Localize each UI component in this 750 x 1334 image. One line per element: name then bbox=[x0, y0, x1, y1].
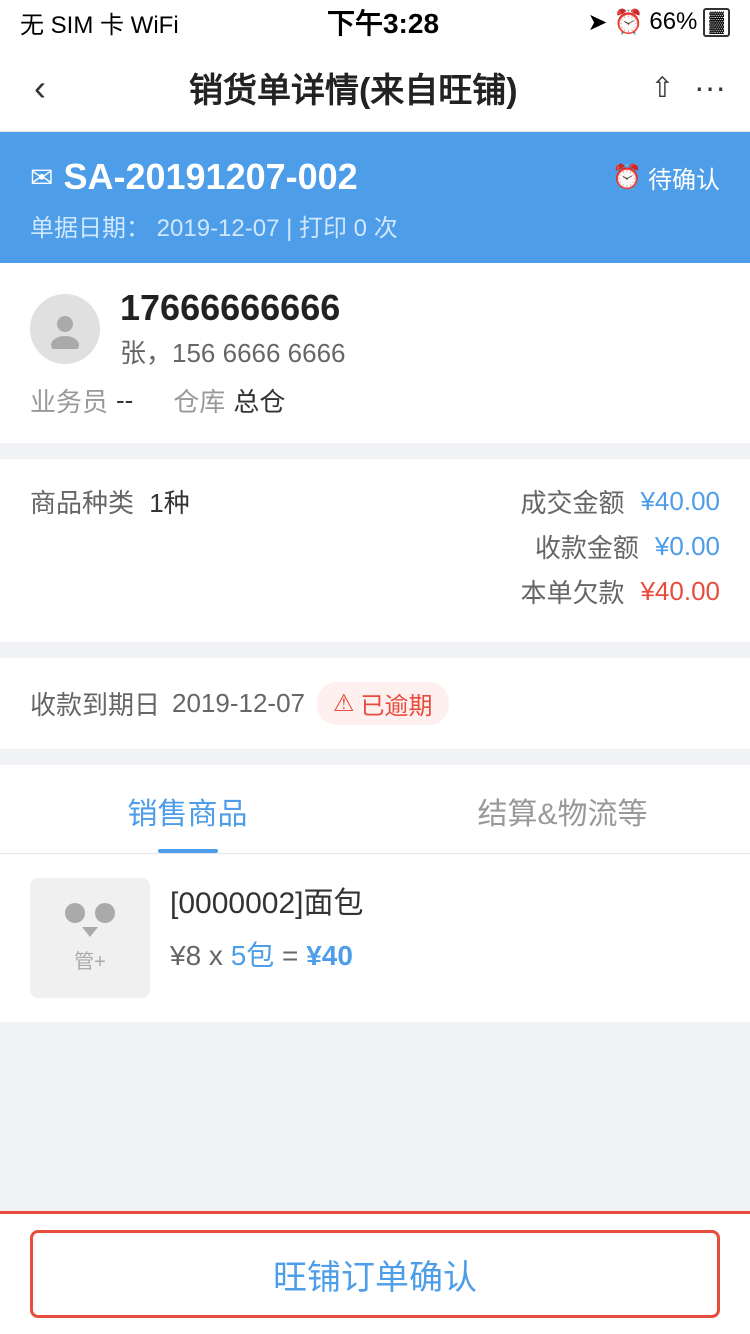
product-section: 管+ [0000002]面包 ¥8 x 5包 = ¥40 bbox=[0, 854, 750, 1022]
category-count: 1种 bbox=[149, 488, 189, 518]
page-title: 销货单详情(来自旺铺) bbox=[189, 63, 518, 112]
overdue-badge: ⚠ 已逾期 bbox=[317, 682, 449, 725]
customer-info: 17666666666 张，156 6666 6666 bbox=[120, 287, 346, 370]
battery-icon: ▓ bbox=[703, 8, 730, 37]
warning-icon: ⚠ bbox=[333, 689, 355, 718]
product-qty: 5包 bbox=[231, 940, 275, 971]
product-price: ¥8 x 5包 = ¥40 bbox=[170, 934, 720, 974]
due-label: 收款到期日 bbox=[30, 685, 160, 722]
order-date: 单据日期： 2019-12-07 | 打印 0 次 bbox=[30, 208, 720, 243]
status-time: 下午3:28 bbox=[327, 2, 439, 42]
back-button[interactable]: ‹ bbox=[24, 57, 56, 119]
order-id-row: ✉ SA-20191207-002 ⏰ 待确认 bbox=[30, 156, 720, 198]
status-left: 无 SIM 卡 WiFi bbox=[20, 5, 179, 40]
warehouse-item: 仓库 总仓 bbox=[173, 382, 285, 419]
customer-meta: 业务员 -- 仓库 总仓 bbox=[30, 382, 720, 419]
amounts: 成交金额 ¥40.00 收款金额 ¥0.00 本单欠款 ¥40.00 bbox=[520, 483, 720, 618]
bottom-spacer bbox=[0, 1038, 750, 1198]
tab-settlement[interactable]: 结算&物流等 bbox=[375, 765, 750, 853]
price-total: ¥40 bbox=[306, 940, 353, 971]
product-thumbnail: 管+ bbox=[65, 903, 115, 974]
more-button[interactable]: ··· bbox=[694, 69, 726, 106]
share-button[interactable]: ⇧ bbox=[651, 71, 674, 104]
order-status: ⏰ 待确认 bbox=[612, 160, 720, 195]
status-text: 待确认 bbox=[648, 160, 720, 195]
warehouse-value: 总仓 bbox=[233, 382, 285, 419]
category-label: 商品种类 bbox=[30, 488, 134, 518]
product-image: 管+ bbox=[30, 878, 150, 998]
order-id: SA-20191207-002 bbox=[63, 156, 357, 198]
customer-section: 17666666666 张，156 6666 6666 业务员 -- 仓库 总仓 bbox=[0, 263, 750, 443]
amount-value: ¥40.00 bbox=[640, 486, 720, 517]
tab-products[interactable]: 销售商品 bbox=[0, 765, 375, 853]
product-name: [0000002]面包 bbox=[170, 878, 720, 922]
warehouse-label: 仓库 bbox=[173, 382, 225, 419]
owe-row: 本单欠款 ¥40.00 bbox=[520, 573, 720, 610]
received-row: 收款金额 ¥0.00 bbox=[520, 528, 720, 565]
due-date-section: 收款到期日 2019-12-07 ⚠ 已逾期 bbox=[0, 658, 750, 749]
customer-row: 17666666666 张，156 6666 6666 bbox=[30, 287, 720, 370]
alarm-icon: ⏰ bbox=[613, 8, 643, 37]
nav-bar: ‹ 销货单详情(来自旺铺) ⇧ ··· bbox=[0, 44, 750, 132]
owe-label: 本单欠款 bbox=[520, 573, 624, 610]
bottom-bar: 旺铺订单确认 bbox=[0, 1211, 750, 1334]
received-value: ¥0.00 bbox=[655, 531, 720, 562]
status-right: ➤ ⏰ 66% ▓ bbox=[587, 8, 730, 37]
price-separator: = bbox=[274, 940, 306, 971]
confirm-button[interactable]: 旺铺订单确认 bbox=[30, 1230, 720, 1318]
salesperson-value: -- bbox=[116, 385, 133, 416]
due-date: 2019-12-07 bbox=[172, 688, 305, 719]
salesperson-label: 业务员 bbox=[30, 382, 108, 419]
customer-phone: 17666666666 bbox=[120, 287, 346, 329]
product-item: 管+ [0000002]面包 ¥8 x 5包 = ¥40 bbox=[30, 878, 720, 998]
avatar bbox=[30, 294, 100, 364]
overdue-text: 已逾期 bbox=[361, 686, 433, 721]
owe-value: ¥40.00 bbox=[640, 576, 720, 607]
sim-indicator: 无 SIM 卡 WiFi bbox=[20, 5, 179, 40]
received-label: 收款金额 bbox=[535, 528, 639, 565]
status-bar: 无 SIM 卡 WiFi 下午3:28 ➤ ⏰ 66% ▓ bbox=[0, 0, 750, 44]
customer-name: 张，156 6666 6666 bbox=[120, 333, 346, 370]
amount-row: 成交金额 ¥40.00 bbox=[520, 483, 720, 520]
clock-icon: ⏰ bbox=[612, 163, 642, 192]
nav-actions: ⇧ ··· bbox=[651, 69, 726, 106]
tabs-row: 销售商品 结算&物流等 bbox=[0, 765, 750, 854]
product-info: [0000002]面包 ¥8 x 5包 = ¥40 bbox=[170, 878, 720, 974]
salesperson-item: 业务员 -- bbox=[30, 382, 133, 419]
tabs-section: 销售商品 结算&物流等 bbox=[0, 765, 750, 854]
summary-section: 商品种类 1种 成交金额 ¥40.00 收款金额 ¥0.00 本单欠款 ¥40.… bbox=[0, 459, 750, 642]
battery-indicator: 66% bbox=[649, 8, 697, 36]
order-header: ✉ SA-20191207-002 ⏰ 待确认 单据日期： 2019-12-07… bbox=[0, 132, 750, 263]
amount-label: 成交金额 bbox=[520, 483, 624, 520]
category-info: 商品种类 1种 bbox=[30, 483, 190, 520]
price-text: ¥8 x bbox=[170, 940, 231, 971]
location-icon: ➤ bbox=[587, 8, 607, 37]
